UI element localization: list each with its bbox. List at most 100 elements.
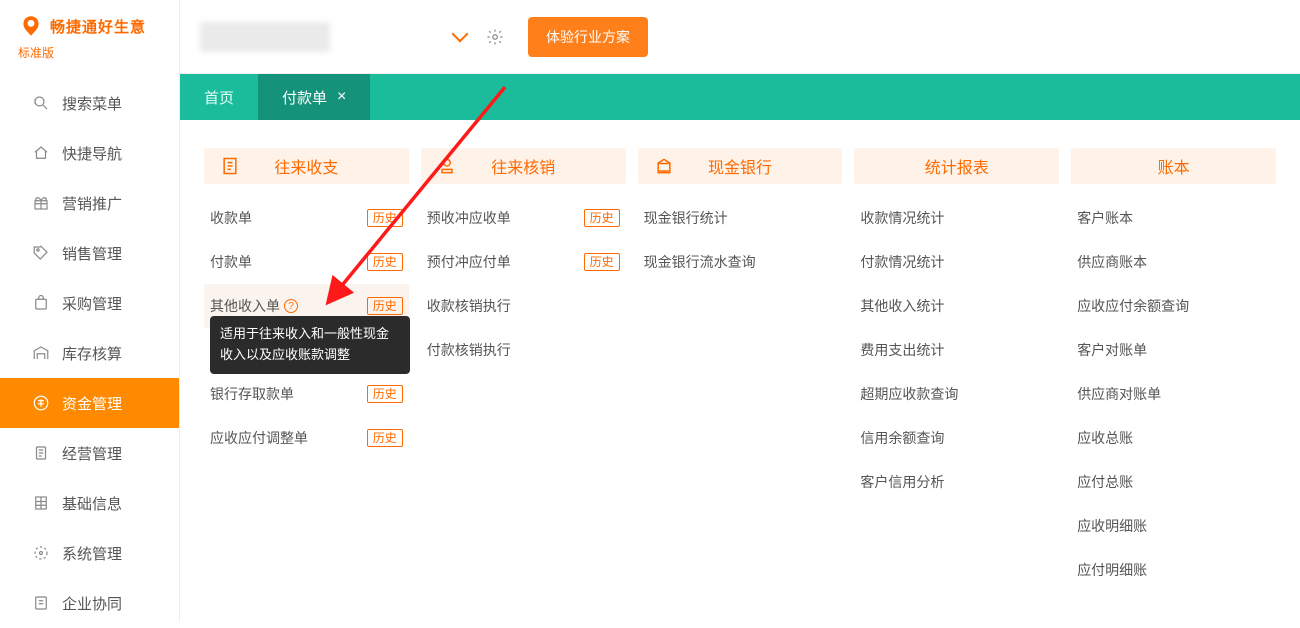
money-icon: [32, 394, 50, 412]
menu-item[interactable]: 客户账本: [1071, 196, 1276, 240]
menu-item[interactable]: 费用支出统计: [854, 328, 1059, 372]
tab-home[interactable]: 首页: [180, 74, 258, 120]
menu-item-label: 预收冲应收单: [427, 208, 511, 228]
menu-item[interactable]: 应收应付调整单 历史: [204, 416, 409, 460]
close-icon[interactable]: ×: [337, 89, 346, 105]
sidebar-item-purchase[interactable]: 采购管理: [0, 278, 179, 328]
menu-item-label: 银行存取款单: [210, 384, 294, 404]
chevron-down-icon[interactable]: [452, 25, 469, 42]
history-tag[interactable]: 历史: [367, 209, 403, 227]
menu-item-label: 付款情况统计: [860, 252, 944, 272]
menu-item-label: 费用支出统计: [860, 340, 944, 360]
tab-label: 付款单: [282, 87, 327, 108]
home-icon: [32, 144, 50, 162]
sidebar-item-sales[interactable]: 销售管理: [0, 228, 179, 278]
brand-sub: 标准版: [18, 44, 54, 61]
menu-item[interactable]: 应收总账: [1071, 416, 1276, 460]
menu-item-label: 信用余额查询: [860, 428, 944, 448]
menu-item[interactable]: 应收明细账: [1071, 504, 1276, 548]
menu-item[interactable]: 现金银行流水查询: [638, 240, 843, 284]
sidebar-item-quicknav[interactable]: 快捷导航: [0, 128, 179, 178]
col-title: 往来收支: [274, 154, 338, 178]
history-tag[interactable]: 历史: [367, 297, 403, 315]
col-verification: 往来核销 预收冲应收单 历史 预付冲应付单 历史 收款核销执行 付款核销执行: [421, 148, 626, 612]
sidebar-item-label: 企业协同: [62, 593, 122, 614]
tab-payment[interactable]: 付款单 ×: [258, 74, 370, 120]
receipt-icon: [220, 156, 240, 176]
menu-item[interactable]: 付款核销执行: [421, 328, 626, 372]
menu-item[interactable]: 应收应付余额查询: [1071, 284, 1276, 328]
history-tag[interactable]: 历史: [584, 253, 620, 271]
bank-icon: [654, 156, 674, 176]
col-items: 客户账本 供应商账本 应收应付余额查询 客户对账单 供应商对账单 应收总账 应付…: [1071, 196, 1276, 592]
col-items: 预收冲应收单 历史 预付冲应付单 历史 收款核销执行 付款核销执行: [421, 196, 626, 372]
menu-item-text: 其他收入单: [210, 296, 280, 316]
history-tag[interactable]: 历史: [584, 209, 620, 227]
sidebar-item-search[interactable]: 搜索菜单: [0, 78, 179, 128]
menu-item[interactable]: 供应商对账单: [1071, 372, 1276, 416]
brand-logo-icon: [18, 13, 44, 39]
history-tag[interactable]: 历史: [367, 429, 403, 447]
menu-item-label: 应收应付余额查询: [1077, 296, 1189, 316]
collab-icon: [32, 594, 50, 612]
menu-item-label: 现金银行统计: [644, 208, 728, 228]
col-header: 往来收支: [204, 148, 409, 184]
menu-item[interactable]: 供应商账本: [1071, 240, 1276, 284]
sidebar-item-basedata[interactable]: 基础信息: [0, 478, 179, 528]
topbar: 体验行业方案: [180, 0, 1300, 74]
menu-item[interactable]: 客户信用分析: [854, 460, 1059, 504]
menu-item-label: 收款单: [210, 208, 252, 228]
menu-item[interactable]: 银行存取款单 历史: [204, 372, 409, 416]
sidebar-item-label: 营销推广: [62, 193, 122, 214]
sidebar-item-inventory[interactable]: 库存核算: [0, 328, 179, 378]
menu-item-label: 客户信用分析: [860, 472, 944, 492]
sidebar-item-collab[interactable]: 企业协同: [0, 578, 179, 628]
stamp-icon: [437, 156, 457, 176]
sidebar-item-marketing[interactable]: 营销推广: [0, 178, 179, 228]
menu-item[interactable]: 应付总账: [1071, 460, 1276, 504]
col-header: 统计报表: [854, 148, 1059, 184]
menu-item[interactable]: 付款情况统计: [854, 240, 1059, 284]
history-tag[interactable]: 历史: [367, 253, 403, 271]
help-icon[interactable]: ?: [284, 299, 298, 313]
menu-item[interactable]: 现金银行统计: [638, 196, 843, 240]
menu-item[interactable]: 应付明细账: [1071, 548, 1276, 592]
col-title: 统计报表: [925, 154, 989, 178]
menu-item[interactable]: 预付冲应付单 历史: [421, 240, 626, 284]
grid-icon: [32, 494, 50, 512]
menu-item[interactable]: 收款情况统计: [854, 196, 1059, 240]
menu-item[interactable]: 超期应收款查询: [854, 372, 1059, 416]
history-tag[interactable]: 历史: [367, 385, 403, 403]
menu-item-label: 其他收入单 ?: [210, 296, 298, 316]
brand: 畅捷通好生意 标准版: [0, 0, 179, 46]
sidebar-item-label: 搜索菜单: [62, 93, 122, 114]
menu-item-label: 供应商对账单: [1077, 384, 1161, 404]
sidebar-list: 搜索菜单 快捷导航 营销推广 销售管理 采购管理 库存核算 资金管理 经营管理: [0, 78, 179, 628]
menu-item-label: 预付冲应付单: [427, 252, 511, 272]
menu-item-label: 供应商账本: [1077, 252, 1147, 272]
menu-item[interactable]: 其他收入统计: [854, 284, 1059, 328]
menu-item[interactable]: 收款单 历史: [204, 196, 409, 240]
settings-button[interactable]: [486, 28, 504, 46]
menu-item-label: 付款单: [210, 252, 252, 272]
warehouse-icon: [32, 344, 50, 362]
menu-item[interactable]: 预收冲应收单 历史: [421, 196, 626, 240]
menu-item-label: 应收总账: [1077, 428, 1133, 448]
menu-item-label: 现金银行流水查询: [644, 252, 756, 272]
col-items: 收款情况统计 付款情况统计 其他收入统计 费用支出统计 超期应收款查询 信用余额…: [854, 196, 1059, 504]
col-title: 现金银行: [708, 154, 772, 178]
sidebar-item-system[interactable]: 系统管理: [0, 528, 179, 578]
industry-plan-button[interactable]: 体验行业方案: [528, 17, 648, 57]
sidebar-item-funds[interactable]: 资金管理: [0, 378, 179, 428]
menu-item-label: 其他收入统计: [860, 296, 944, 316]
menu-item-label: 收款情况统计: [860, 208, 944, 228]
sidebar-item-business[interactable]: 经营管理: [0, 428, 179, 478]
col-items: 现金银行统计 现金银行流水查询: [638, 196, 843, 284]
menu-item[interactable]: 客户对账单: [1071, 328, 1276, 372]
menu-item[interactable]: 信用余额查询: [854, 416, 1059, 460]
tab-label: 首页: [204, 87, 234, 108]
menu-item[interactable]: 付款单 历史: [204, 240, 409, 284]
menu-item[interactable]: 收款核销执行: [421, 284, 626, 328]
sidebar-item-label: 销售管理: [62, 243, 122, 264]
col-title: 往来核销: [491, 154, 555, 178]
